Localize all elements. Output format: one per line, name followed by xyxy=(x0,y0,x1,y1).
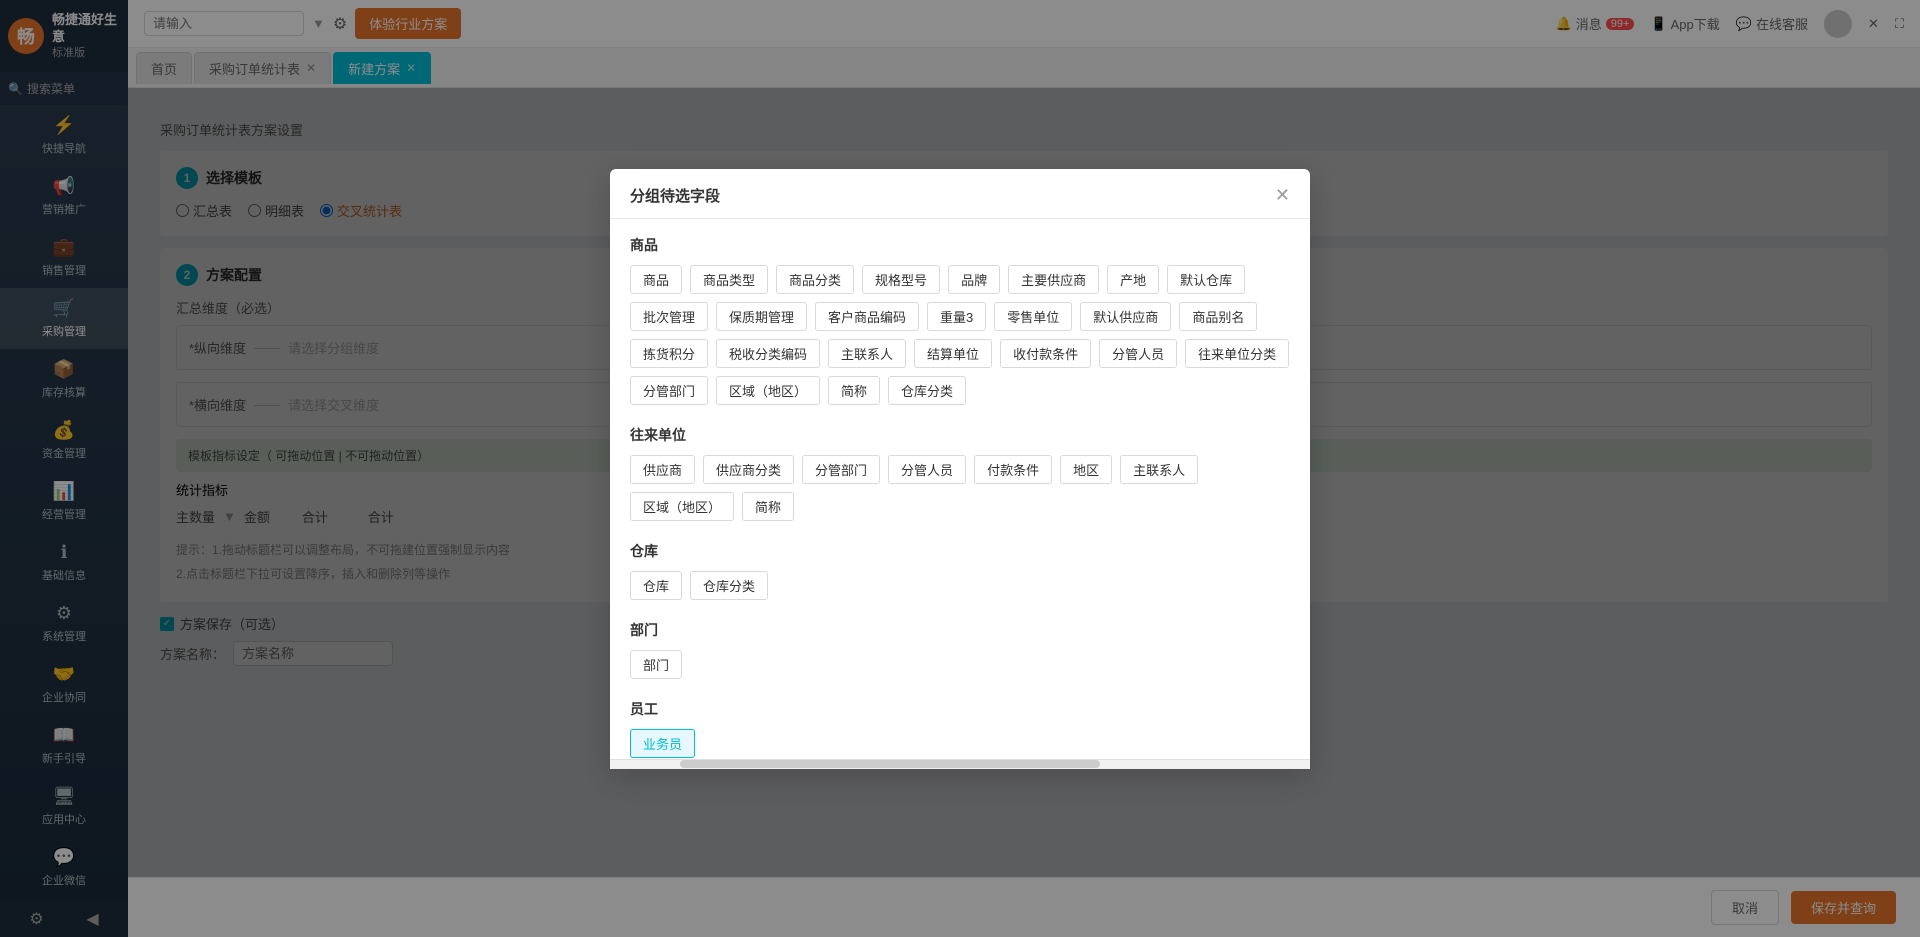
tag-partner-region[interactable]: 区域（地区） xyxy=(630,492,734,521)
tag-warehouse-cat[interactable]: 仓库分类 xyxy=(690,571,768,600)
tag-warehouse[interactable]: 仓库 xyxy=(630,571,682,600)
tag-partner-category[interactable]: 往来单位分类 xyxy=(1185,339,1289,368)
tag-salesperson[interactable]: 业务员 xyxy=(630,729,695,758)
section-product: 商品 商品 商品类型 商品分类 规格型号 品牌 主要供应商 产地 默认仓库 批次… xyxy=(630,235,1290,405)
tag-supplier[interactable]: 供应商 xyxy=(630,455,695,484)
tag-weight3[interactable]: 重量3 xyxy=(927,302,986,331)
section-warehouse-title: 仓库 xyxy=(630,541,1290,561)
tag-batch-mgmt[interactable]: 批次管理 xyxy=(630,302,708,331)
section-product-title: 商品 xyxy=(630,235,1290,255)
tag-partner-manager[interactable]: 分管人员 xyxy=(888,455,966,484)
tag-partner-dept[interactable]: 分管部门 xyxy=(802,455,880,484)
tag-settlement-unit[interactable]: 结算单位 xyxy=(914,339,992,368)
tag-payment-condition[interactable]: 付款条件 xyxy=(974,455,1052,484)
tag-product-category[interactable]: 商品分类 xyxy=(776,265,854,294)
partner-tags: 供应商 供应商分类 分管部门 分管人员 付款条件 地区 主联系人 区域（地区） … xyxy=(630,455,1290,521)
tag-partner-abbr[interactable]: 简称 xyxy=(742,492,794,521)
tag-department[interactable]: 部门 xyxy=(630,650,682,679)
warehouse-tags: 仓库 仓库分类 xyxy=(630,571,1290,600)
tag-main-supplier[interactable]: 主要供应商 xyxy=(1008,265,1099,294)
tag-customer-product-code[interactable]: 客户商品编码 xyxy=(815,302,919,331)
tag-spec-model[interactable]: 规格型号 xyxy=(862,265,940,294)
tag-product-type[interactable]: 商品类型 xyxy=(690,265,768,294)
tag-main-contact[interactable]: 主联系人 xyxy=(828,339,906,368)
section-warehouse: 仓库 仓库 仓库分类 xyxy=(630,541,1290,600)
tag-default-warehouse[interactable]: 默认仓库 xyxy=(1167,265,1245,294)
modal-hscroll[interactable] xyxy=(610,759,1310,768)
product-tags: 商品 商品类型 商品分类 规格型号 品牌 主要供应商 产地 默认仓库 批次管理 … xyxy=(630,265,1290,405)
section-partner-title: 往来单位 xyxy=(630,425,1290,445)
tag-product-alias[interactable]: 商品别名 xyxy=(1179,302,1257,331)
tag-default-supplier[interactable]: 默认供应商 xyxy=(1080,302,1171,331)
tag-manager[interactable]: 分管人员 xyxy=(1099,339,1177,368)
section-employee: 员工 业务员 xyxy=(630,699,1290,758)
tag-brand[interactable]: 品牌 xyxy=(948,265,1000,294)
employee-tags: 业务员 xyxy=(630,729,1290,758)
tag-origin[interactable]: 产地 xyxy=(1107,265,1159,294)
section-employee-title: 员工 xyxy=(630,699,1290,719)
modal-header: 分组待选字段 ✕ xyxy=(610,169,1310,219)
section-department-title: 部门 xyxy=(630,620,1290,640)
modal-hscroll-thumb[interactable] xyxy=(680,760,1100,768)
modal-body[interactable]: 商品 商品 商品类型 商品分类 规格型号 品牌 主要供应商 产地 默认仓库 批次… xyxy=(610,219,1310,760)
department-tags: 部门 xyxy=(630,650,1290,679)
tag-retail-unit[interactable]: 零售单位 xyxy=(994,302,1072,331)
tag-abbr[interactable]: 简称 xyxy=(828,376,880,405)
tag-pick-points[interactable]: 拣货积分 xyxy=(630,339,708,368)
tag-warehouse-category[interactable]: 仓库分类 xyxy=(888,376,966,405)
tag-region[interactable]: 区域（地区） xyxy=(716,376,820,405)
tag-product[interactable]: 商品 xyxy=(630,265,682,294)
tag-supplier-category[interactable]: 供应商分类 xyxy=(703,455,794,484)
tag-tax-code[interactable]: 税收分类编码 xyxy=(716,339,820,368)
modal-close-btn[interactable]: ✕ xyxy=(1275,185,1290,206)
section-department: 部门 部门 xyxy=(630,620,1290,679)
modal-overlay: 分组待选字段 ✕ 商品 商品 商品类型 商品分类 规格型号 品牌 主要供应商 产… xyxy=(0,0,1920,937)
modal-title: 分组待选字段 xyxy=(630,185,720,206)
tag-payment-terms[interactable]: 收付款条件 xyxy=(1000,339,1091,368)
tag-partner-contact[interactable]: 主联系人 xyxy=(1120,455,1198,484)
tag-expiry-mgmt[interactable]: 保质期管理 xyxy=(716,302,807,331)
tag-dept[interactable]: 分管部门 xyxy=(630,376,708,405)
section-partner: 往来单位 供应商 供应商分类 分管部门 分管人员 付款条件 地区 主联系人 区域… xyxy=(630,425,1290,521)
tag-district[interactable]: 地区 xyxy=(1060,455,1112,484)
field-select-modal: 分组待选字段 ✕ 商品 商品 商品类型 商品分类 规格型号 品牌 主要供应商 产… xyxy=(610,169,1310,769)
